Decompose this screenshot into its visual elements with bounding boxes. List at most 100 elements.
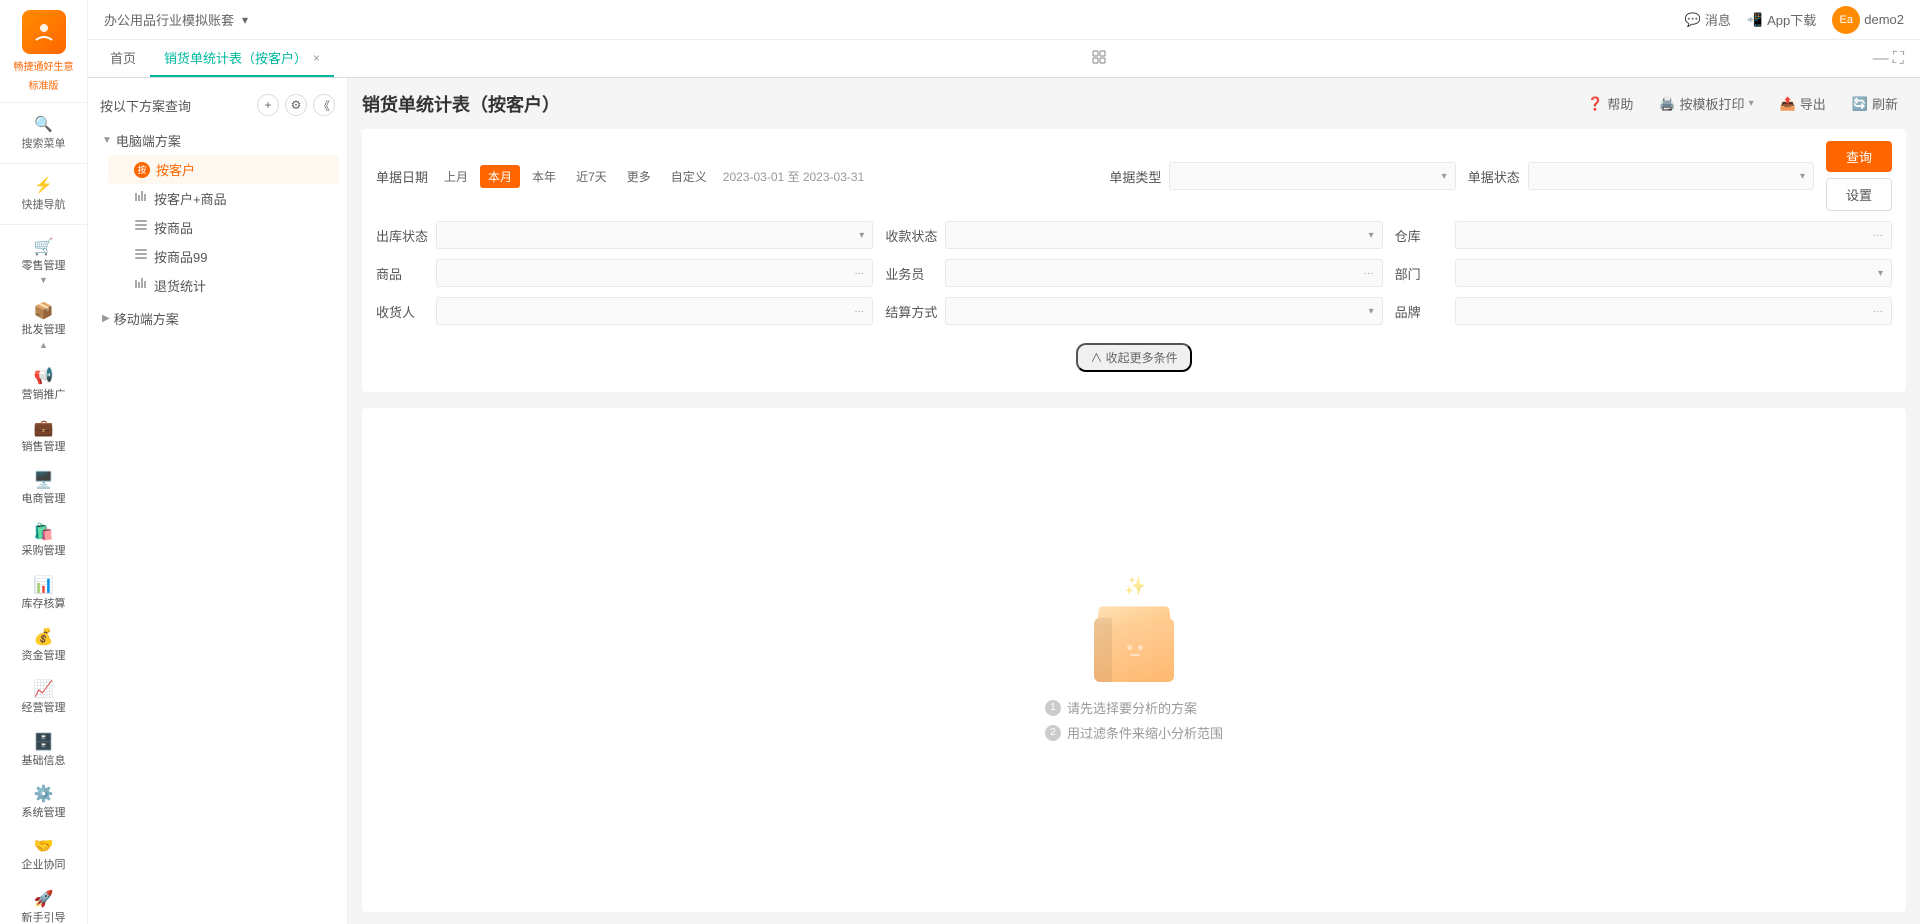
query-button[interactable]: 查询 xyxy=(1826,141,1892,172)
settlement-label: 结算方式 xyxy=(885,302,937,321)
date-btn-more[interactable]: 更多 xyxy=(619,165,659,188)
filter-warehouse: 仓库 ··· xyxy=(1395,221,1892,249)
quick-nav-section: ⚡ 快捷导航 xyxy=(0,164,87,225)
topbar: 办公用品行业模拟账套 ▾ 💬 消息 📲 App下载 Ea demo2 xyxy=(88,0,1920,40)
date-btn-thisyear[interactable]: 本年 xyxy=(524,165,564,188)
scheme-item-customer[interactable]: 按 按客户 xyxy=(108,155,339,184)
action-buttons: 查询 设置 xyxy=(1826,141,1892,211)
retail-arrow: ▼ xyxy=(39,275,48,285)
sidebar-item-wholesale[interactable]: 📦 批发管理 ▲ xyxy=(0,293,87,357)
department-select[interactable]: ▾ xyxy=(1455,259,1892,287)
sidebar-menu: 🛒 零售管理 ▼ 📦 批发管理 ▲ 📢 营销推广 💼 销售管理 🖥️ 电商管理 … xyxy=(0,225,87,924)
sidebar-item-system[interactable]: ⚙️ 系统管理 xyxy=(0,776,87,828)
tab-minimize-btn[interactable]: — xyxy=(1873,50,1889,68)
marketing-icon: 📢 xyxy=(34,366,54,386)
hint-text-1: 请先选择要分析的方案 xyxy=(1067,698,1197,717)
brand-select[interactable]: ··· xyxy=(1455,297,1892,325)
help-btn[interactable]: ❓ 帮助 xyxy=(1579,90,1641,117)
empty-illustration: ✨ xyxy=(1074,572,1194,682)
user-profile-btn[interactable]: Ea demo2 xyxy=(1832,6,1904,34)
scheme-item-return-label: 退货统计 xyxy=(154,276,206,295)
scheme-group-desktop-header[interactable]: ▼ 电脑端方案 xyxy=(96,126,339,155)
scheme-item-goods99[interactable]: 按商品99 xyxy=(108,242,339,271)
eyes xyxy=(1127,645,1143,650)
tab-close-btn[interactable]: × xyxy=(313,51,320,65)
avatar: Ea xyxy=(1832,6,1860,34)
scheme-item-return[interactable]: 退货统计 xyxy=(108,271,339,300)
order-status-select[interactable]: ▾ xyxy=(1528,162,1814,190)
scheme-group-mobile-header[interactable]: ▶ 移动端方案 xyxy=(96,304,339,333)
logo-icon xyxy=(22,10,66,54)
add-scheme-btn[interactable]: + xyxy=(257,94,279,116)
customer-goods-icon xyxy=(134,190,148,207)
sidebar-item-purchase[interactable]: 🛍️ 采购管理 xyxy=(0,514,87,566)
sidebar-item-operations[interactable]: 📈 经营管理 xyxy=(0,671,87,723)
recipient-more: ··· xyxy=(854,306,864,317)
goods-select[interactable]: ··· xyxy=(436,259,873,287)
tab-maximize-btn[interactable]: ⛶ xyxy=(1893,50,1904,68)
scheme-item-goods-label: 按商品 xyxy=(154,218,193,237)
filter-settlement: 结算方式 ▾ xyxy=(885,297,1382,325)
sidebar-item-finance[interactable]: 💰 资金管理 xyxy=(0,619,87,671)
scheme-item-goods[interactable]: 按商品 xyxy=(108,213,339,242)
date-btn-custom[interactable]: 自定义 xyxy=(663,165,715,188)
quick-nav-button[interactable]: ⚡ 快捷导航 xyxy=(6,172,81,216)
date-btn-thismonth[interactable]: 本月 xyxy=(480,165,520,188)
sidebar-item-newguide[interactable]: 🚀 新手引导 xyxy=(0,881,87,924)
tab-home[interactable]: 首页 xyxy=(96,40,150,77)
box-face xyxy=(1116,636,1154,664)
settings-button[interactable]: 设置 xyxy=(1826,178,1892,211)
payment-status-arrow: ▾ xyxy=(1369,230,1374,241)
sidebar-item-marketing[interactable]: 📢 营销推广 xyxy=(0,358,87,410)
collapse-panel-btn[interactable]: 《 xyxy=(313,94,335,116)
sidebar-item-ecommerce[interactable]: 🖥️ 电商管理 xyxy=(0,462,87,514)
recipient-select[interactable]: ··· xyxy=(436,297,873,325)
help-icon: ❓ xyxy=(1587,96,1603,112)
settlement-select[interactable]: ▾ xyxy=(945,297,1382,325)
print-label: 按模板打印 xyxy=(1680,94,1745,113)
salesperson-more: ··· xyxy=(1364,268,1374,279)
payment-status-select[interactable]: ▾ xyxy=(945,221,1382,249)
download-icon: 📲 xyxy=(1747,12,1763,28)
scheme-item-customer-goods[interactable]: 按客户+商品 xyxy=(108,184,339,213)
out-status-select[interactable]: ▾ xyxy=(436,221,873,249)
date-btn-lastmonth[interactable]: 上月 xyxy=(436,165,476,188)
warehouse-select[interactable]: ··· xyxy=(1455,221,1892,249)
quick-nav-label: 快捷导航 xyxy=(22,196,66,212)
messages-btn[interactable]: 💬 消息 xyxy=(1685,10,1731,29)
scheme-group-desktop-label: 电脑端方案 xyxy=(116,131,181,150)
ecommerce-icon: 🖥️ xyxy=(34,470,54,490)
refresh-btn[interactable]: 🔄 刷新 xyxy=(1844,90,1906,117)
salesperson-select[interactable]: ··· xyxy=(945,259,1382,287)
app-download-btn[interactable]: 📲 App下载 xyxy=(1747,10,1816,29)
brand-more: ··· xyxy=(1873,306,1883,317)
sales-label: 销售管理 xyxy=(22,440,66,454)
sidebar-item-inventory[interactable]: 📊 库存核算 xyxy=(0,567,87,619)
sales-icon: 💼 xyxy=(34,418,54,438)
export-btn[interactable]: 📤 导出 xyxy=(1772,90,1834,117)
goods-label: 商品 xyxy=(376,264,428,283)
topbar-dropdown-btn[interactable]: ▾ xyxy=(242,13,248,27)
enterprise-label: 企业协同 xyxy=(22,858,66,872)
date-btn-7days[interactable]: 近7天 xyxy=(568,165,615,188)
scheme-group-desktop: ▼ 电脑端方案 按 按客户 按客户+商品 xyxy=(96,126,339,300)
order-type-select[interactable]: ▾ xyxy=(1169,162,1455,190)
sidebar-item-basic[interactable]: 🗄️ 基础信息 xyxy=(0,724,87,776)
content-area: ✨ 1 请先选择要分析的方案 2 用过滤条件来缩小分析范围 xyxy=(362,400,1906,912)
steam-icon: ✨ xyxy=(1124,576,1146,597)
collapse-filters-btn[interactable]: ∧ 收起更多条件 xyxy=(1076,343,1191,372)
filter-row-4: 收货人 ··· 结算方式 ▾ 品牌 xyxy=(376,297,1892,325)
left-panel: 按以下方案查询 + ⚙ 《 ▼ 电脑端方案 按 按客户 xyxy=(88,78,348,924)
tab-sales-stat[interactable]: 销货单统计表（按客户） × xyxy=(150,40,334,77)
sidebar-item-sales[interactable]: 💼 销售管理 xyxy=(0,410,87,462)
tab-home-label: 首页 xyxy=(110,48,136,67)
sidebar-item-enterprise[interactable]: 🤝 企业协同 xyxy=(0,828,87,880)
filter-brand: 品牌 ··· xyxy=(1395,297,1892,325)
search-menu-button[interactable]: 🔍 搜索菜单 xyxy=(6,111,81,155)
warehouse-label: 仓库 xyxy=(1395,226,1447,245)
print-btn[interactable]: 🖨️ 按模板打印 ▾ xyxy=(1651,90,1761,117)
settings-scheme-btn[interactable]: ⚙ xyxy=(285,94,307,116)
tab-expand-btn[interactable] xyxy=(1084,42,1114,75)
sidebar-item-retail[interactable]: 🛒 零售管理 ▼ xyxy=(0,229,87,293)
salesperson-label: 业务员 xyxy=(885,264,937,283)
